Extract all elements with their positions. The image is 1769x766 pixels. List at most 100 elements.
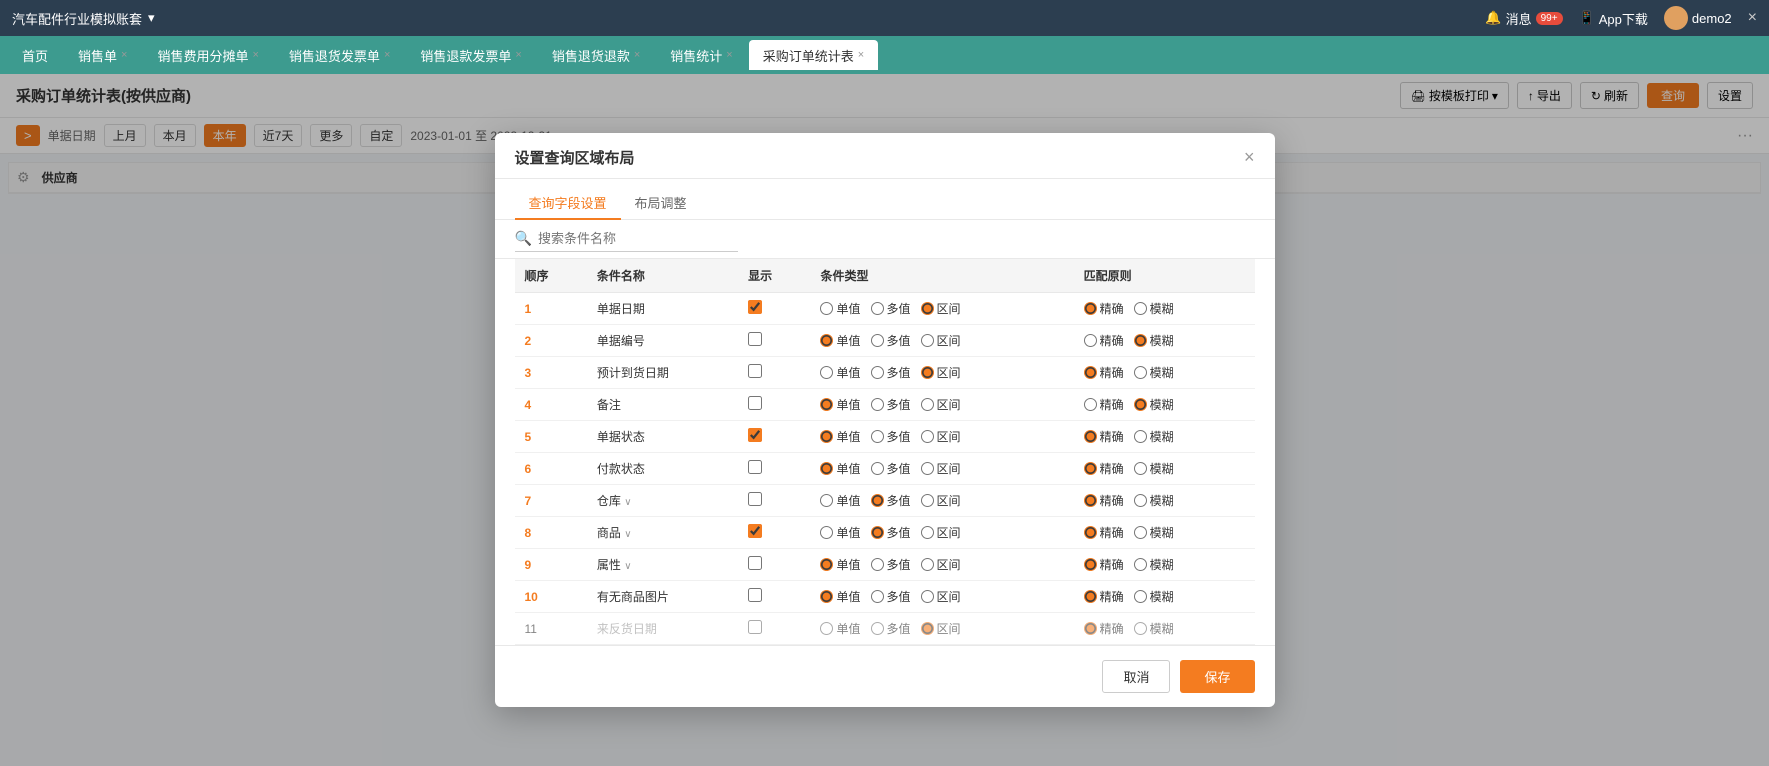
match-radio-item[interactable]: 精确 bbox=[1084, 364, 1124, 381]
tab-purchase-order-stats[interactable]: 采购订单统计表 × bbox=[749, 40, 878, 70]
type-radio-item[interactable]: 多值 bbox=[871, 588, 911, 605]
download-area[interactable]: 📱 App下载 bbox=[1579, 9, 1648, 28]
type-radio-item[interactable]: 区间 bbox=[921, 524, 961, 541]
tab-query-fields[interactable]: 查询字段设置 bbox=[515, 187, 621, 220]
tab-sales-expense-label: 销售费用分摊单 bbox=[157, 46, 248, 65]
cell-match: 精确模糊 bbox=[1074, 357, 1255, 389]
type-radio-item[interactable]: 单值 bbox=[820, 332, 860, 349]
type-radio-item[interactable]: 区间 bbox=[921, 460, 961, 477]
user-avatar[interactable]: demo2 bbox=[1664, 6, 1732, 30]
show-checkbox[interactable] bbox=[748, 428, 762, 442]
cell-type: 单值多值区间 bbox=[810, 293, 1073, 325]
tab-sales-expense[interactable]: 销售费用分摊单 × bbox=[143, 40, 272, 70]
match-radio-item[interactable]: 精确 bbox=[1084, 588, 1124, 605]
tab-layout-adjust[interactable]: 布局调整 bbox=[621, 187, 701, 220]
show-checkbox[interactable] bbox=[748, 460, 762, 474]
type-radio-item[interactable]: 多值 bbox=[871, 364, 911, 381]
type-radio-item[interactable]: 区间 bbox=[921, 300, 961, 317]
match-radio-item[interactable]: 精确 bbox=[1084, 620, 1124, 637]
type-radio-item[interactable]: 单值 bbox=[820, 364, 860, 381]
type-radio-item[interactable]: 单值 bbox=[820, 588, 860, 605]
condition-search-input[interactable] bbox=[538, 231, 738, 246]
tab-sales-return-refund[interactable]: 销售退货退款 × bbox=[538, 40, 654, 70]
topbar-close-button[interactable]: × bbox=[1748, 9, 1757, 27]
type-radio-item[interactable]: 区间 bbox=[921, 428, 961, 445]
show-checkbox[interactable] bbox=[748, 524, 762, 538]
type-radio-item[interactable]: 单值 bbox=[820, 300, 860, 317]
show-checkbox[interactable] bbox=[748, 332, 762, 346]
type-radio-item[interactable]: 单值 bbox=[820, 492, 860, 509]
type-radio-item[interactable]: 单值 bbox=[820, 620, 860, 637]
match-radio-item[interactable]: 精确 bbox=[1084, 428, 1124, 445]
show-checkbox[interactable] bbox=[748, 364, 762, 378]
match-radio-item[interactable]: 模糊 bbox=[1134, 556, 1174, 573]
cell-show bbox=[738, 293, 810, 325]
type-radio-item[interactable]: 单值 bbox=[820, 524, 860, 541]
match-radio-item[interactable]: 模糊 bbox=[1134, 460, 1174, 477]
match-radio-item[interactable]: 精确 bbox=[1084, 460, 1124, 477]
tab-sales-return-invoice[interactable]: 销售退货发票单 × bbox=[275, 40, 404, 70]
tab-sales-refund-invoice[interactable]: 销售退款发票单 × bbox=[406, 40, 535, 70]
type-radio-item[interactable]: 多值 bbox=[871, 492, 911, 509]
match-radio-item[interactable]: 模糊 bbox=[1134, 588, 1174, 605]
tab3-close[interactable]: × bbox=[384, 49, 390, 61]
show-checkbox[interactable] bbox=[748, 588, 762, 602]
match-radio-item[interactable]: 精确 bbox=[1084, 332, 1124, 349]
match-radio-item[interactable]: 精确 bbox=[1084, 492, 1124, 509]
tab-home[interactable]: 首页 bbox=[8, 40, 62, 70]
type-radio-item[interactable]: 单值 bbox=[820, 396, 860, 413]
tab-sales-order-close[interactable]: × bbox=[121, 49, 127, 61]
tab6-close[interactable]: × bbox=[726, 49, 732, 61]
match-radio-item[interactable]: 模糊 bbox=[1134, 396, 1174, 413]
type-radio-item[interactable]: 区间 bbox=[921, 492, 961, 509]
tab7-close[interactable]: × bbox=[858, 49, 864, 61]
tab-sales-expense-close[interactable]: × bbox=[252, 49, 258, 61]
match-radio-item[interactable]: 精确 bbox=[1084, 524, 1124, 541]
match-radio-item[interactable]: 模糊 bbox=[1134, 620, 1174, 637]
type-radio-item[interactable]: 单值 bbox=[820, 556, 860, 573]
match-radio-item[interactable]: 模糊 bbox=[1134, 428, 1174, 445]
type-radio-item[interactable]: 多值 bbox=[871, 332, 911, 349]
tab4-close[interactable]: × bbox=[515, 49, 521, 61]
tab5-close[interactable]: × bbox=[634, 49, 640, 61]
show-checkbox[interactable] bbox=[748, 492, 762, 506]
type-radio-item[interactable]: 多值 bbox=[871, 524, 911, 541]
type-radio-item[interactable]: 多值 bbox=[871, 428, 911, 445]
match-radio-item[interactable]: 精确 bbox=[1084, 300, 1124, 317]
type-radio-item[interactable]: 多值 bbox=[871, 620, 911, 637]
match-radio-item[interactable]: 精确 bbox=[1084, 396, 1124, 413]
match-radio-item[interactable]: 精确 bbox=[1084, 556, 1124, 573]
type-radio-item[interactable]: 区间 bbox=[921, 364, 961, 381]
match-radio-item[interactable]: 模糊 bbox=[1134, 364, 1174, 381]
cell-type: 单值多值区间 bbox=[810, 453, 1073, 485]
type-radio-item[interactable]: 单值 bbox=[820, 428, 860, 445]
cell-show bbox=[738, 613, 810, 645]
tab-sales-stats[interactable]: 销售统计 × bbox=[656, 40, 746, 70]
type-radio-item[interactable]: 多值 bbox=[871, 396, 911, 413]
match-radio-item[interactable]: 模糊 bbox=[1134, 492, 1174, 509]
show-checkbox[interactable] bbox=[748, 300, 762, 314]
dialog-close-button[interactable]: × bbox=[1244, 147, 1255, 168]
type-radio-item[interactable]: 区间 bbox=[921, 556, 961, 573]
type-radio-item[interactable]: 区间 bbox=[921, 332, 961, 349]
match-radio-item[interactable]: 模糊 bbox=[1134, 300, 1174, 317]
match-radio-item[interactable]: 模糊 bbox=[1134, 524, 1174, 541]
type-radio-item[interactable]: 多值 bbox=[871, 300, 911, 317]
type-radio-item[interactable]: 多值 bbox=[871, 556, 911, 573]
type-radio-item[interactable]: 单值 bbox=[820, 460, 860, 477]
cell-type: 单值多值区间 bbox=[810, 357, 1073, 389]
tab-sales-order[interactable]: 销售单 × bbox=[64, 40, 141, 70]
notification-area[interactable]: 🔔 消息 99+ bbox=[1485, 9, 1562, 28]
cell-match: 精确模糊 bbox=[1074, 613, 1255, 645]
match-radio-item[interactable]: 模糊 bbox=[1134, 332, 1174, 349]
show-checkbox[interactable] bbox=[748, 396, 762, 410]
type-radio-item[interactable]: 区间 bbox=[921, 620, 961, 637]
show-checkbox[interactable] bbox=[748, 556, 762, 570]
show-checkbox[interactable] bbox=[748, 620, 762, 634]
type-radio-item[interactable]: 区间 bbox=[921, 588, 961, 605]
save-button[interactable]: 保存 bbox=[1180, 660, 1254, 693]
type-radio-item[interactable]: 多值 bbox=[871, 460, 911, 477]
dialog-title: 设置查询区域布局 bbox=[515, 147, 635, 168]
cancel-button[interactable]: 取消 bbox=[1102, 660, 1170, 693]
type-radio-item[interactable]: 区间 bbox=[921, 396, 961, 413]
